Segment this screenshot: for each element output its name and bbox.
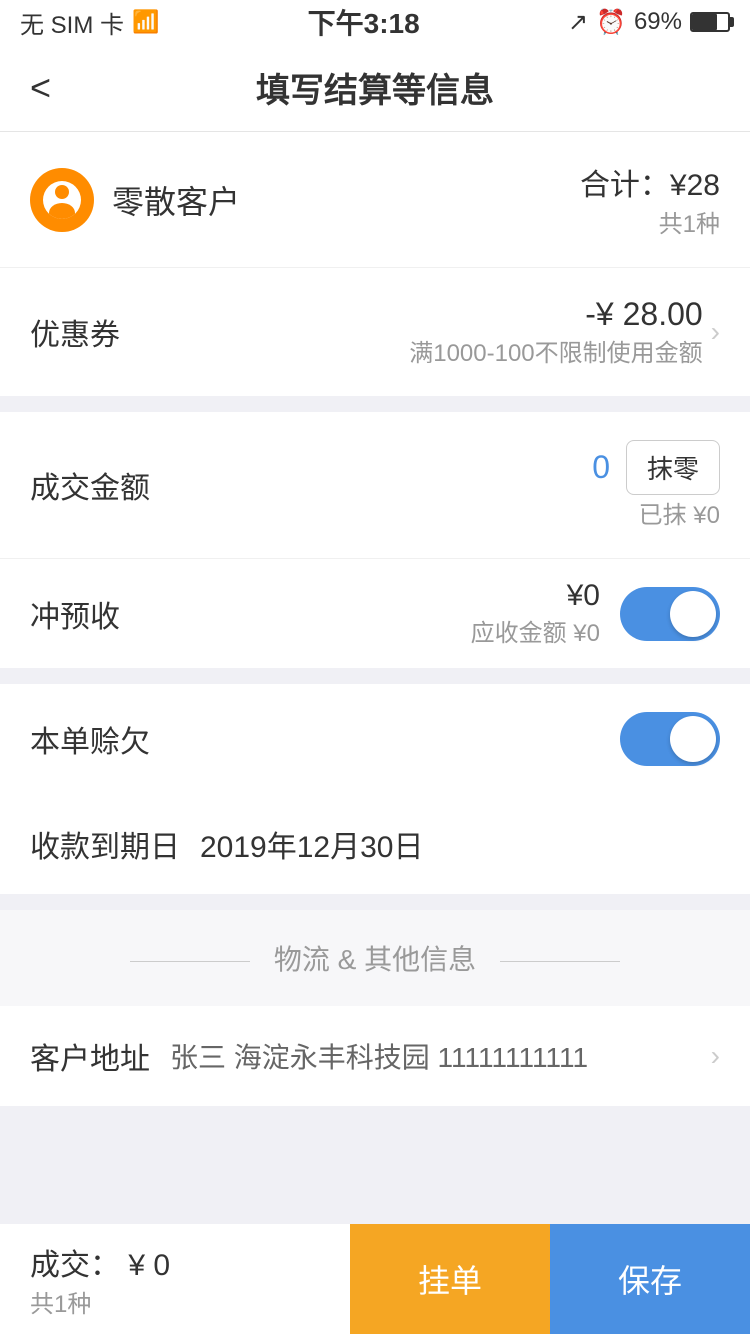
prepayment-amounts-fixed: ¥0 应收金额 ¥0 bbox=[471, 579, 600, 648]
coupon-amount: -¥ 28.00 满1000-100不限制使用金额 bbox=[409, 296, 702, 368]
avatar-inner bbox=[43, 181, 81, 219]
transaction-card: 成交金额 0 抹零 已抹 ¥0 冲预收 ¥0 应收金额 ¥0 bbox=[0, 412, 750, 668]
bottom-deal-label: 成交： bbox=[30, 1249, 120, 1282]
arrear-row: 本单赊欠 bbox=[0, 684, 750, 794]
coupon-right: -¥ 28.00 满1000-100不限制使用金额 › bbox=[409, 296, 720, 368]
round-zero-button[interactable]: 抹零 bbox=[626, 440, 720, 495]
transaction-row: 成交金额 0 抹零 已抹 ¥0 bbox=[0, 412, 750, 559]
address-label: 客户地址 bbox=[30, 1034, 150, 1078]
bottom-summary: 成交： ¥ 0 共1种 bbox=[0, 1240, 350, 1319]
sim-status: 无 SIM 卡 bbox=[20, 5, 124, 40]
hang-order-button[interactable]: 挂单 bbox=[350, 1224, 550, 1334]
arrear-toggle-track bbox=[620, 712, 720, 766]
transaction-right: 0 抹零 已抹 ¥0 bbox=[592, 440, 720, 530]
logistics-card: 物流 & 其他信息 客户地址 张三 海淀永丰科技园 11111111111 › bbox=[0, 910, 750, 1106]
coupon-label: 优惠券 bbox=[30, 310, 120, 354]
due-date-value[interactable]: 2019年12月30日 bbox=[200, 822, 423, 866]
coupon-desc: 满1000-100不限制使用金额 bbox=[409, 333, 702, 368]
address-row[interactable]: 客户地址 张三 海淀永丰科技园 11111111111 › bbox=[0, 1006, 750, 1106]
location-icon: ↗ bbox=[568, 8, 588, 37]
arrear-toggle-thumb bbox=[670, 716, 716, 762]
prepayment-toggle-fixed[interactable] bbox=[620, 587, 720, 641]
coupon-value: -¥ 28.00 bbox=[409, 296, 702, 333]
status-right: ↗ ⏰ 69% bbox=[568, 8, 730, 37]
alarm-icon: ⏰ bbox=[596, 8, 626, 37]
status-time: 下午3:18 bbox=[308, 2, 420, 42]
battery-icon bbox=[690, 12, 730, 32]
arrear-card: 本单赊欠 收款到期日 2019年12月30日 bbox=[0, 684, 750, 894]
prepayment-label-fixed: 冲预收 bbox=[30, 592, 120, 636]
prepayment-receivable-fixed: 应收金额 ¥0 bbox=[471, 613, 600, 648]
avatar bbox=[30, 168, 94, 232]
total-count: 共1种 bbox=[580, 204, 720, 239]
customer-left: 零散客户 bbox=[30, 168, 240, 232]
status-left: 无 SIM 卡 📶 bbox=[20, 5, 159, 40]
arrear-toggle[interactable] bbox=[620, 712, 720, 766]
due-date-row: 收款到期日 2019年12月30日 bbox=[0, 794, 750, 894]
bottom-bar: 成交： ¥ 0 共1种 挂单 保存 bbox=[0, 1224, 750, 1334]
wifi-icon: 📶 bbox=[132, 9, 159, 35]
customer-card: 零散客户 合计：¥28 共1种 优惠券 -¥ 28.00 满1000-100不限… bbox=[0, 132, 750, 396]
page-title: 填写结算等信息 bbox=[256, 63, 494, 112]
chevron-right-icon: › bbox=[711, 316, 720, 348]
transaction-value-row: 0 抹零 bbox=[592, 440, 720, 495]
arrear-label: 本单赊欠 bbox=[30, 717, 150, 761]
total-amount: 合计：¥28 bbox=[580, 160, 720, 204]
status-bar: 无 SIM 卡 📶 下午3:18 ↗ ⏰ 69% bbox=[0, 0, 750, 44]
prepayment-amount-fixed: ¥0 bbox=[471, 579, 600, 613]
customer-row: 零散客户 合计：¥28 共1种 bbox=[0, 132, 750, 267]
battery-percent: 69% bbox=[634, 8, 682, 36]
logistics-section: 物流 & 其他信息 bbox=[0, 910, 750, 1006]
due-date-label: 收款到期日 bbox=[30, 822, 180, 866]
customer-name: 零散客户 bbox=[112, 177, 240, 223]
save-button[interactable]: 保存 bbox=[550, 1224, 750, 1334]
nav-bar: < 填写结算等信息 bbox=[0, 44, 750, 132]
transaction-sub: 已抹 ¥0 bbox=[592, 495, 720, 530]
transaction-value[interactable]: 0 bbox=[592, 449, 610, 486]
customer-total: 合计：¥28 共1种 bbox=[580, 160, 720, 239]
address-chevron-icon: › bbox=[711, 1040, 720, 1072]
address-value: 张三 海淀永丰科技园 11111111111 bbox=[170, 1036, 711, 1076]
coupon-row[interactable]: 优惠券 -¥ 28.00 满1000-100不限制使用金额 › bbox=[0, 267, 750, 396]
content: 零散客户 合计：¥28 共1种 优惠券 -¥ 28.00 满1000-100不限… bbox=[0, 132, 750, 1242]
bottom-deal-row: 成交： ¥ 0 bbox=[30, 1240, 320, 1284]
logistics-label: 物流 & 其他信息 bbox=[274, 944, 476, 975]
bottom-count: 共1种 bbox=[30, 1284, 320, 1319]
prepayment-row: 冲预收 ¥0 应收金额 ¥0 bbox=[0, 559, 750, 668]
bottom-deal-amount: ¥ 0 bbox=[128, 1249, 170, 1282]
prepayment-right-fixed: ¥0 应收金额 ¥0 bbox=[471, 579, 720, 648]
transaction-label: 成交金额 bbox=[30, 463, 150, 507]
back-button[interactable]: < bbox=[30, 67, 51, 109]
